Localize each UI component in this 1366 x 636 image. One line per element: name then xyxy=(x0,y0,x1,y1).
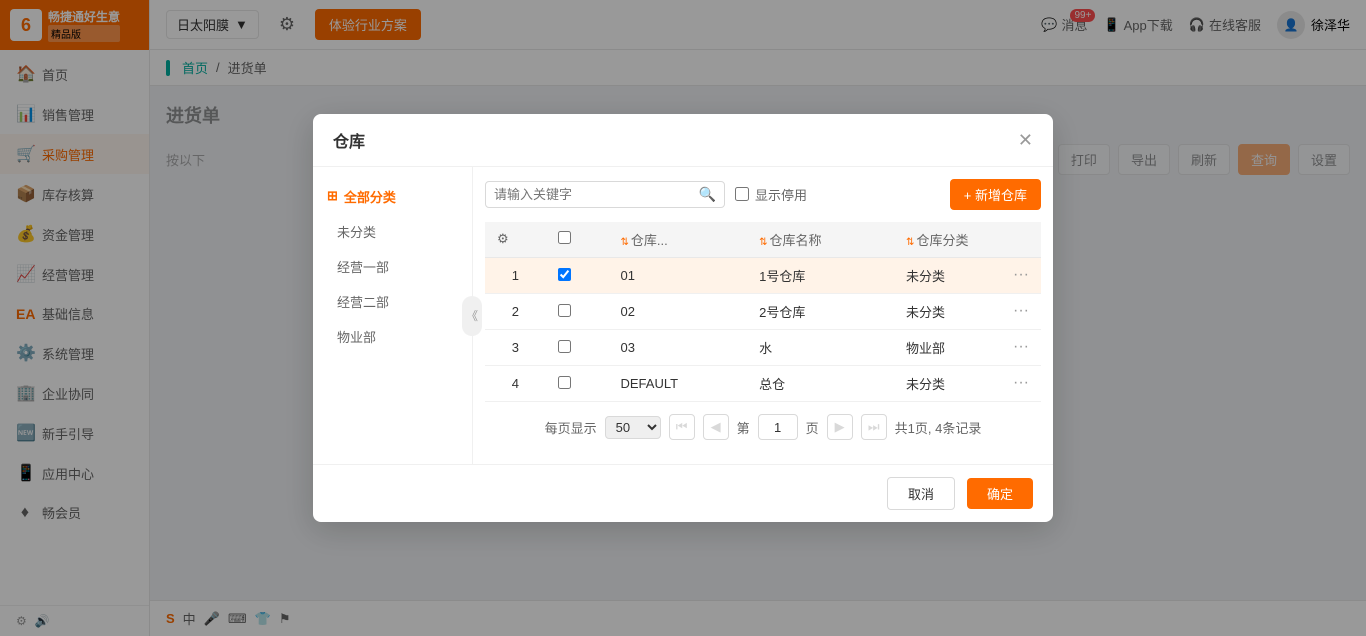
dialog-body: ⊞ 全部分类 未分类 经营一部 经营二部 物业部 《 🔍 xyxy=(313,167,1053,465)
dialog-right-panel: 🔍 显示停用 + 新增仓库 ⚙ xyxy=(473,167,1053,465)
collapse-sidebar-button[interactable]: 《 xyxy=(462,296,482,336)
page-number-input[interactable] xyxy=(758,414,798,440)
last-page-button[interactable]: ⏭ xyxy=(861,414,887,440)
row-code: DEFAULT xyxy=(609,366,748,402)
all-categories-label: 全部分类 xyxy=(344,187,396,206)
search-toolbar: 🔍 显示停用 + 新增仓库 xyxy=(485,179,1041,210)
row-select-checkbox[interactable] xyxy=(558,376,571,389)
all-categories-item[interactable]: ⊞ 全部分类 xyxy=(313,179,472,214)
row-actions-icon[interactable]: ··· xyxy=(1013,338,1029,356)
row-select-checkbox[interactable] xyxy=(558,304,571,317)
row-code: 01 xyxy=(609,257,748,294)
row-actions-icon[interactable]: ··· xyxy=(1013,374,1029,392)
dialog-close-button[interactable]: ✕ xyxy=(1018,131,1033,149)
table-row[interactable]: 4 DEFAULT 总仓 未分类··· xyxy=(485,366,1041,402)
row-category: 未分类··· xyxy=(894,258,1041,294)
sort-icon-name: ⇅ xyxy=(759,237,767,248)
select-all-checkbox[interactable] xyxy=(558,231,571,244)
warehouse-dialog: 仓库 ✕ ⊞ 全部分类 未分类 经营一部 经营二部 物业部 《 xyxy=(313,114,1053,523)
total-info: 共1页, 4条记录 xyxy=(895,418,982,437)
per-page-label: 每页显示 xyxy=(545,418,597,437)
row-checkbox[interactable] xyxy=(546,330,609,366)
category-sidebar: ⊞ 全部分类 未分类 经营一部 经营二部 物业部 《 xyxy=(313,167,473,465)
dialog-header: 仓库 ✕ xyxy=(313,114,1053,167)
table-container: ⚙ ⇅仓库... ⇅仓库名称 ⇅仓库分类 xyxy=(485,222,1041,403)
show-disabled-checkbox[interactable] xyxy=(735,187,749,201)
row-actions-icon[interactable]: ··· xyxy=(1013,302,1029,320)
cat-property[interactable]: 物业部 xyxy=(313,319,472,354)
row-category: 未分类··· xyxy=(894,294,1041,330)
row-num: 1 xyxy=(485,257,546,294)
table-row[interactable]: 2 02 2号仓库 未分类··· xyxy=(485,294,1041,330)
row-select-checkbox[interactable] xyxy=(558,268,571,281)
page-unit: 页 xyxy=(806,418,819,437)
table-row[interactable]: 3 03 水 物业部··· xyxy=(485,330,1041,366)
row-name: 总仓 xyxy=(747,366,894,402)
row-num: 4 xyxy=(485,366,546,402)
modal-overlay: 仓库 ✕ ⊞ 全部分类 未分类 经营一部 经营二部 物业部 《 xyxy=(0,0,1366,636)
row-num: 3 xyxy=(485,330,546,366)
pagination: 每页显示 50 100 ⏮ ◀ 第 页 ▶ ⏭ 共1页, 4条记录 xyxy=(485,402,1041,452)
page-label: 第 xyxy=(737,418,750,437)
first-page-button[interactable]: ⏮ xyxy=(669,414,695,440)
row-category: 未分类··· xyxy=(894,366,1041,402)
search-box: 🔍 xyxy=(485,181,725,208)
row-actions-icon[interactable]: ··· xyxy=(1013,266,1029,284)
add-warehouse-button[interactable]: + 新增仓库 xyxy=(950,179,1041,210)
sort-icon: ⇅ xyxy=(621,237,629,248)
row-code: 02 xyxy=(609,294,748,330)
show-disabled-label: 显示停用 xyxy=(755,185,807,204)
dialog-title: 仓库 xyxy=(333,128,365,152)
row-name: 水 xyxy=(747,330,894,366)
sort-icon-cat: ⇅ xyxy=(906,237,914,248)
cat-dept2[interactable]: 经营二部 xyxy=(313,284,472,319)
col-checkbox-header xyxy=(546,222,609,258)
row-category: 物业部··· xyxy=(894,330,1041,366)
warehouse-table: ⚙ ⇅仓库... ⇅仓库名称 ⇅仓库分类 xyxy=(485,222,1041,403)
dialog-footer: 取消 确定 xyxy=(313,464,1053,522)
row-select-checkbox[interactable] xyxy=(558,340,571,353)
search-icon[interactable]: 🔍 xyxy=(699,186,716,203)
grid-icon: ⊞ xyxy=(327,188,338,204)
table-row[interactable]: 1 01 1号仓库 未分类··· xyxy=(485,257,1041,294)
cat-dept1[interactable]: 经营一部 xyxy=(313,249,472,284)
row-checkbox[interactable] xyxy=(546,257,609,294)
row-num: 2 xyxy=(485,294,546,330)
row-name: 2号仓库 xyxy=(747,294,894,330)
row-code: 03 xyxy=(609,330,748,366)
col-code[interactable]: ⇅仓库... xyxy=(609,222,748,258)
prev-page-button[interactable]: ◀ xyxy=(703,414,729,440)
row-checkbox[interactable] xyxy=(546,294,609,330)
per-page-select[interactable]: 50 100 xyxy=(605,416,661,439)
col-name[interactable]: ⇅仓库名称 xyxy=(747,222,894,258)
cancel-button[interactable]: 取消 xyxy=(887,477,955,510)
next-page-button[interactable]: ▶ xyxy=(827,414,853,440)
row-name: 1号仓库 xyxy=(747,257,894,294)
col-settings: ⚙ xyxy=(485,222,546,258)
search-input[interactable] xyxy=(494,187,699,202)
confirm-button[interactable]: 确定 xyxy=(967,478,1033,509)
row-checkbox[interactable] xyxy=(546,366,609,402)
col-category[interactable]: ⇅仓库分类 xyxy=(894,222,1041,258)
cat-unclassified[interactable]: 未分类 xyxy=(313,214,472,249)
show-disabled-option: 显示停用 xyxy=(735,185,807,204)
